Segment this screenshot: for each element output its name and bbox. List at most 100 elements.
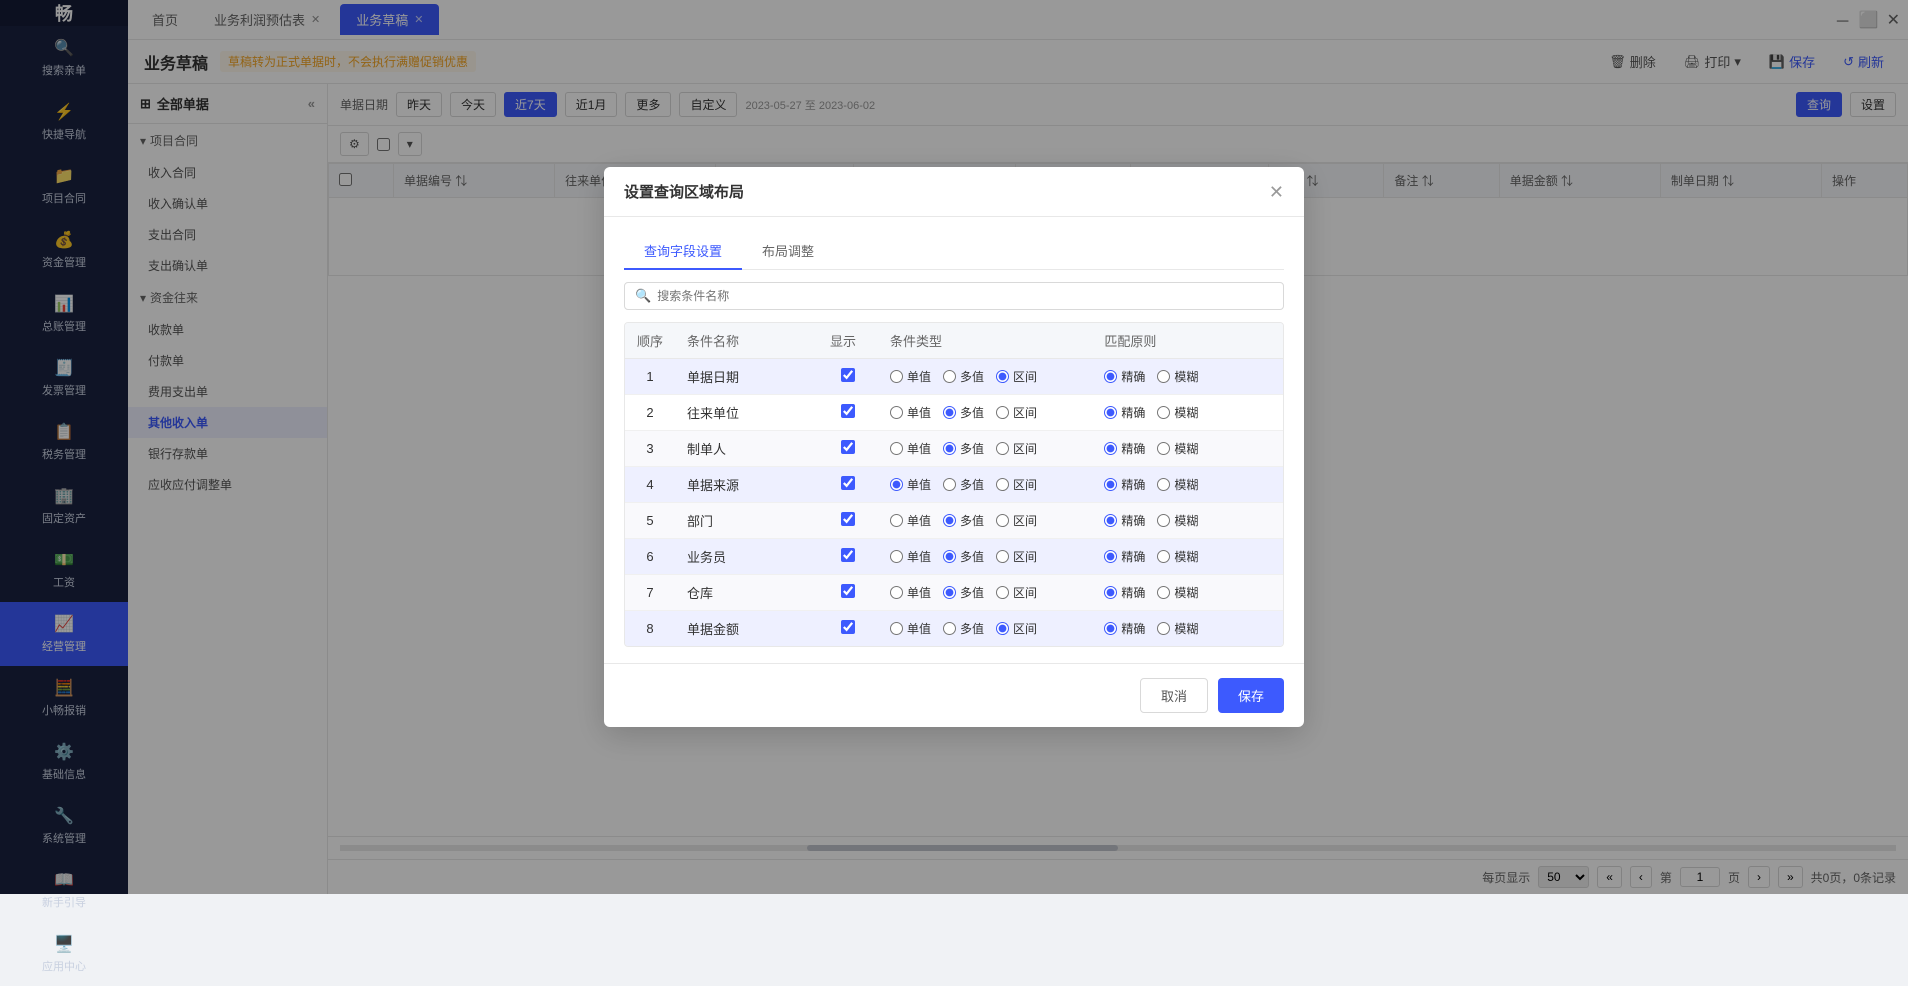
type-radio-单值[interactable]: 单值 [890,548,931,565]
match-radio-模糊[interactable]: 模糊 [1157,404,1198,421]
type-radio-区间[interactable]: 区间 [996,368,1037,385]
modal-header: 设置查询区域布局 ✕ [604,167,1304,217]
match-radio-精确[interactable]: 精确 [1104,368,1145,385]
type-radio-多值[interactable]: 多值 [943,548,984,565]
display-checkbox[interactable] [841,370,855,385]
row-type: 单值 多值 区间 [878,467,1092,503]
row-order: 5 [625,503,675,539]
row-display[interactable] [818,611,878,647]
row-type: 单值 多值 区间 [878,395,1092,431]
display-checkbox[interactable] [841,514,855,529]
modal-tab-query-fields[interactable]: 查询字段设置 [624,233,742,270]
match-radio-模糊[interactable]: 模糊 [1157,368,1198,385]
type-radio-区间[interactable]: 区间 [996,584,1037,601]
settings-row: 9备注 单值 多值 区间 精确 模糊 [625,647,1283,648]
row-match: 精确 模糊 [1092,395,1283,431]
row-match: 精确 模糊 [1092,575,1283,611]
row-name: 仓库 [675,575,818,611]
display-checkbox[interactable] [841,586,855,601]
type-radio-多值[interactable]: 多值 [943,476,984,493]
display-checkbox[interactable] [841,550,855,565]
row-match: 精确 模糊 [1092,359,1283,395]
type-radio-单值[interactable]: 单值 [890,404,931,421]
type-radio-区间[interactable]: 区间 [996,548,1037,565]
row-display[interactable] [818,575,878,611]
row-match: 精确 模糊 [1092,539,1283,575]
match-radio-精确[interactable]: 精确 [1104,404,1145,421]
settings-row: 8单据金额 单值 多值 区间 精确 模糊 [625,611,1283,647]
modal-dialog: 设置查询区域布局 ✕ 查询字段设置 布局调整 🔍 [604,167,1304,727]
th-name: 条件名称 [675,323,818,359]
match-radio-精确[interactable]: 精确 [1104,476,1145,493]
row-order: 4 [625,467,675,503]
row-display[interactable] [818,503,878,539]
display-checkbox[interactable] [841,406,855,421]
row-name: 业务员 [675,539,818,575]
match-radio-精确[interactable]: 精确 [1104,440,1145,457]
type-radio-单值[interactable]: 单值 [890,368,931,385]
row-match: 精确 模糊 [1092,611,1283,647]
match-radio-精确[interactable]: 精确 [1104,584,1145,601]
row-type: 单值 多值 区间 [878,575,1092,611]
type-radio-单值[interactable]: 单值 [890,620,931,637]
modal-tab-layout-label: 布局调整 [762,244,814,259]
row-match: 精确 模糊 [1092,431,1283,467]
match-radio-精确[interactable]: 精确 [1104,548,1145,565]
type-radio-多值[interactable]: 多值 [943,440,984,457]
match-radio-精确[interactable]: 精确 [1104,620,1145,637]
match-radio-模糊[interactable]: 模糊 [1157,476,1198,493]
type-radio-区间[interactable]: 区间 [996,512,1037,529]
row-order: 3 [625,431,675,467]
confirm-button[interactable]: 保存 [1218,678,1284,713]
row-display[interactable] [818,467,878,503]
type-radio-多值[interactable]: 多值 [943,404,984,421]
settings-row: 6业务员 单值 多值 区间 精确 模糊 [625,539,1283,575]
type-radio-区间[interactable]: 区间 [996,440,1037,457]
row-name: 往来单位 [675,395,818,431]
modal-search-box: 🔍 [624,282,1284,310]
type-radio-单值[interactable]: 单值 [890,476,931,493]
match-radio-精确[interactable]: 精确 [1104,512,1145,529]
type-radio-单值[interactable]: 单值 [890,584,931,601]
th-match: 匹配原则 [1092,323,1283,359]
type-radio-多值[interactable]: 多值 [943,368,984,385]
match-radio-模糊[interactable]: 模糊 [1157,440,1198,457]
modal-close-button[interactable]: ✕ [1269,183,1284,201]
modal-search-input[interactable] [657,289,1273,303]
type-radio-区间[interactable]: 区间 [996,620,1037,637]
cancel-button[interactable]: 取消 [1140,678,1208,713]
match-radio-模糊[interactable]: 模糊 [1157,512,1198,529]
row-name: 单据金额 [675,611,818,647]
row-order: 7 [625,575,675,611]
type-radio-单值[interactable]: 单值 [890,440,931,457]
type-radio-单值[interactable]: 单值 [890,512,931,529]
row-type: 单值 多值 区间 [878,539,1092,575]
match-radio-模糊[interactable]: 模糊 [1157,548,1198,565]
row-display[interactable] [818,539,878,575]
modal-tab-layout[interactable]: 布局调整 [742,233,834,270]
th-order: 顺序 [625,323,675,359]
settings-row: 4单据来源 单值 多值 区间 精确 模糊 [625,467,1283,503]
sidebar-label-appcenter: 应用中心 [42,958,86,974]
row-display[interactable] [818,431,878,467]
type-radio-区间[interactable]: 区间 [996,404,1037,421]
type-radio-区间[interactable]: 区间 [996,476,1037,493]
display-checkbox[interactable] [841,622,855,637]
type-radio-多值[interactable]: 多值 [943,620,984,637]
modal-body: 查询字段设置 布局调整 🔍 顺序 条件名称 显示 [604,217,1304,663]
type-radio-多值[interactable]: 多值 [943,584,984,601]
row-type: 单值 多值 区间 [878,611,1092,647]
row-name: 备注 [675,647,818,648]
row-display[interactable] [818,395,878,431]
display-checkbox[interactable] [841,478,855,493]
display-checkbox[interactable] [841,442,855,457]
match-radio-模糊[interactable]: 模糊 [1157,620,1198,637]
match-radio-模糊[interactable]: 模糊 [1157,584,1198,601]
sidebar-item-appcenter[interactable]: 🖥️ 应用中心 [0,922,128,986]
row-display[interactable] [818,359,878,395]
type-radio-多值[interactable]: 多值 [943,512,984,529]
settings-table: 顺序 条件名称 显示 条件类型 匹配原则 1单据日期 单值 多值 区间 精确 模… [625,323,1283,647]
row-display[interactable] [818,647,878,648]
modal-overlay: 设置查询区域布局 ✕ 查询字段设置 布局调整 🔍 [0,0,1908,894]
modal-footer: 取消 保存 [604,663,1304,727]
